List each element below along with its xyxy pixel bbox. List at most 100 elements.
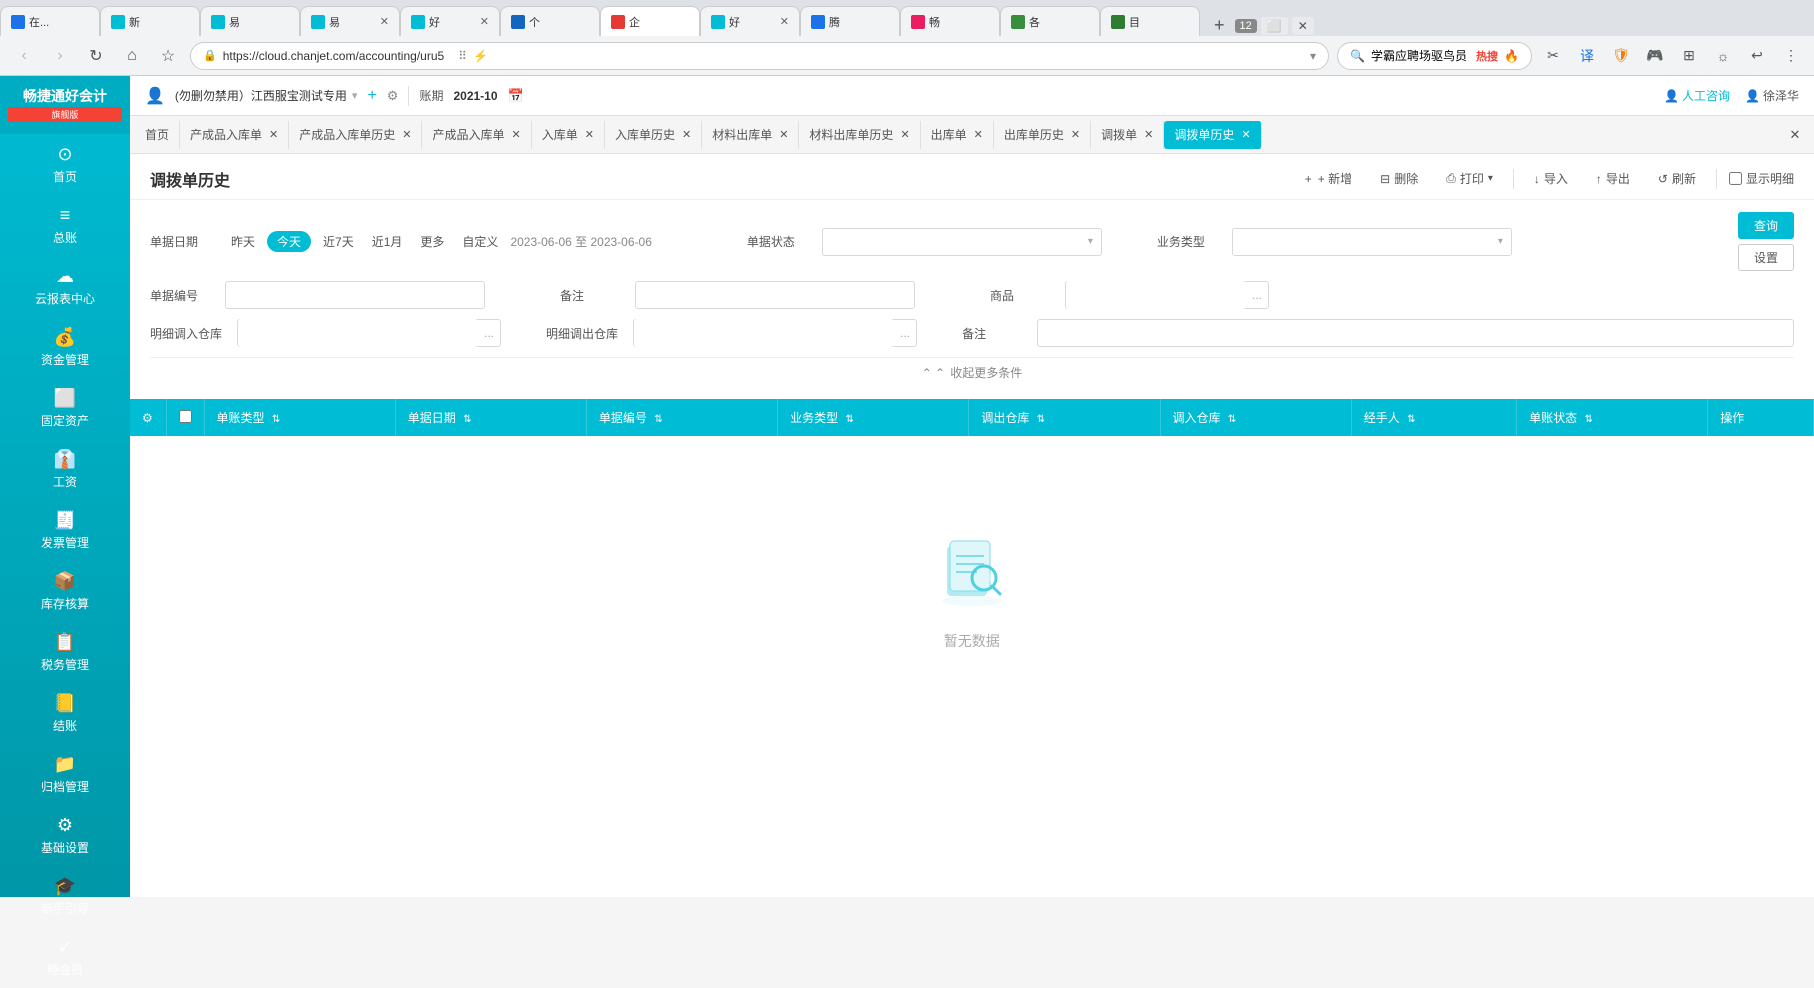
tab-close-button[interactable]: ✕ [1241, 128, 1250, 141]
select-all-checkbox[interactable] [179, 410, 192, 423]
browser-tab-2[interactable]: 新 [100, 6, 200, 36]
goods-dots-button[interactable]: ... [1246, 288, 1268, 302]
th-handler[interactable]: 经手人 ⇅ [1351, 399, 1516, 436]
browser-tab-7[interactable]: 好 ✕ [700, 6, 800, 36]
doc-number-input[interactable] [225, 281, 485, 309]
page-tab-stock-out-history[interactable]: 出库单历史 ✕ [994, 121, 1091, 149]
tab-close-button[interactable]: ✕ [779, 128, 788, 141]
remark-input[interactable] [635, 281, 915, 309]
page-tab-stock-in[interactable]: 入库单 ✕ [532, 121, 605, 149]
detail-in-dots-button[interactable]: ... [478, 326, 500, 340]
tab-count-badge[interactable]: 12 [1235, 19, 1257, 33]
shield-icon[interactable]: 🛡 [1608, 43, 1634, 69]
page-tab-stock-in-history[interactable]: 入库单历史 ✕ [605, 121, 702, 149]
sidebar-item-inventory[interactable]: 📦 库存核算 [0, 561, 130, 622]
sidebar-item-invoice[interactable]: 🧾 发票管理 [0, 500, 130, 561]
th-doc-status[interactable]: 单账状态 ⇅ [1517, 399, 1708, 436]
search-bar[interactable]: 🔍 学霸应聘场驱鸟员 热搜 🔥 [1337, 42, 1532, 70]
calendar-icon[interactable]: 📅 [508, 88, 524, 104]
restore-window-button[interactable]: ⬜ [1261, 17, 1288, 35]
browser-tab-11[interactable]: 目 [1100, 6, 1200, 36]
date-more-btn[interactable]: 更多 [414, 231, 450, 252]
grid-icon[interactable]: ⊞ [1676, 43, 1702, 69]
tab-close-button[interactable]: ✕ [269, 128, 278, 141]
tab-close-button[interactable]: ✕ [402, 128, 411, 141]
browser-tab-active[interactable]: 企 [600, 6, 700, 36]
sidebar-item-payroll[interactable]: 👔 工资 [0, 439, 130, 500]
tab-close-button[interactable]: ✕ [1144, 128, 1153, 141]
page-tab-home[interactable]: 首页 [135, 121, 180, 149]
show-detail-checkbox[interactable]: 显示明细 [1729, 170, 1794, 187]
detail-out-dots-button[interactable]: ... [894, 326, 916, 340]
tab-close-icon[interactable]: ✕ [380, 15, 389, 28]
detail-out-input[interactable] [634, 319, 894, 347]
th-doc-type[interactable]: 单账类型 ⇅ [204, 399, 395, 436]
tab-close-icon[interactable]: ✕ [780, 15, 789, 28]
th-biz-type[interactable]: 业务类型 ⇅ [778, 399, 969, 436]
tab-close-button[interactable]: ✕ [900, 128, 909, 141]
sidebar-item-member[interactable]: ✓ 畅会员 [0, 927, 130, 988]
browser-tab-3[interactable]: 易 [200, 6, 300, 36]
detail-checkbox-input[interactable] [1729, 172, 1742, 185]
page-tab-transfer-history[interactable]: 调拨单历史 ✕ [1164, 121, 1261, 149]
dropdown-icon[interactable]: ▾ [1310, 49, 1316, 63]
tab-close-button[interactable]: ✕ [682, 128, 691, 141]
sidebar-item-guide[interactable]: 🎓 新手引导 [0, 866, 130, 927]
customer-service-button[interactable]: 👤 人工咨询 [1664, 87, 1730, 104]
date-today-btn[interactable]: 今天 [267, 231, 311, 252]
new-tab-button[interactable]: + [1208, 15, 1231, 36]
tab-close-button[interactable]: ✕ [585, 128, 594, 141]
bookmark-button[interactable]: ☆ [154, 42, 182, 70]
browser-tab-5[interactable]: 好 ✕ [400, 6, 500, 36]
status-select[interactable]: ▾ [822, 228, 1102, 256]
print-button[interactable]: ⎙ 打印 ▾ [1438, 166, 1501, 191]
company-selector[interactable]: (勿删勿禁用）江西服宝测试专用 ▾ [175, 87, 358, 104]
import-button[interactable]: ↓ 导入 [1526, 166, 1576, 191]
sidebar-item-settings[interactable]: ⚙ 基础设置 [0, 805, 130, 866]
detail-remark-input[interactable] [1037, 319, 1794, 347]
biz-type-select[interactable]: ▾ [1232, 228, 1512, 256]
browser-tab-6[interactable]: 个 [500, 6, 600, 36]
refresh-button[interactable]: ↺ 刷新 [1650, 166, 1704, 191]
date-7days-btn[interactable]: 近7天 [317, 231, 360, 252]
date-custom-btn[interactable]: 自定义 [456, 231, 504, 252]
brightness-icon[interactable]: ☼ [1710, 43, 1736, 69]
reload-button[interactable]: ↻ [82, 42, 110, 70]
address-bar[interactable]: 🔒 https://cloud.chanjet.com/accounting/u… [190, 42, 1329, 70]
browser-tab-1[interactable]: 在... [0, 6, 100, 36]
detail-in-input[interactable] [238, 319, 478, 347]
date-yesterday-btn[interactable]: 昨天 [225, 231, 261, 252]
tab-close-button[interactable]: ✕ [1071, 128, 1080, 141]
page-tab-material-out-history[interactable]: 材料出库单历史 ✕ [799, 121, 920, 149]
browser-tab-10[interactable]: 各 [1000, 6, 1100, 36]
user-profile[interactable]: 👤 徐泽华 [1745, 87, 1799, 104]
translate-icon[interactable]: 译 [1574, 43, 1600, 69]
sidebar-item-archive[interactable]: 📁 归档管理 [0, 744, 130, 805]
sidebar-item-home[interactable]: ⊙ 首页 [0, 134, 130, 195]
collapse-filter-button[interactable]: ⌃ ⌃ 收起更多条件 [150, 357, 1794, 387]
page-tab-finished-goods-in-history[interactable]: 产成品入库单历史 ✕ [289, 121, 422, 149]
sidebar-item-closing[interactable]: 📒 结账 [0, 683, 130, 744]
page-tab-finished-goods-in[interactable]: 产成品入库单 ✕ [180, 121, 289, 149]
sidebar-item-tax[interactable]: 📋 税务管理 [0, 622, 130, 683]
query-button[interactable]: 查询 [1738, 212, 1794, 239]
browser-tab-8[interactable]: 腾 [800, 6, 900, 36]
th-checkbox[interactable] [166, 399, 204, 436]
forward-button[interactable]: › [46, 42, 74, 70]
sidebar-item-cloud-report[interactable]: ☁ 云报表中心 [0, 256, 130, 317]
tab-close-button[interactable]: ✕ [974, 128, 983, 141]
gamepad-icon[interactable]: 🎮 [1642, 43, 1668, 69]
menu-icon[interactable]: ⋮ [1778, 43, 1804, 69]
tab-close-button[interactable]: ✕ [512, 128, 521, 141]
delete-button[interactable]: ⊟ 删除 [1372, 166, 1426, 191]
close-window-button[interactable]: ✕ [1292, 17, 1314, 35]
sidebar-item-fixed-assets[interactable]: ⬜ 固定资产 [0, 378, 130, 439]
export-button[interactable]: ↑ 导出 [1588, 166, 1638, 191]
th-in-warehouse[interactable]: 调入仓库 ⇅ [1160, 399, 1351, 436]
th-gear[interactable]: ⚙ [130, 399, 166, 436]
sidebar-item-ledger[interactable]: ≡ 总账 [0, 195, 130, 256]
settings-button[interactable]: 设置 [1738, 244, 1794, 271]
undo-icon[interactable]: ↩ [1744, 43, 1770, 69]
browser-tab-9[interactable]: 畅 [900, 6, 1000, 36]
add-company-button[interactable]: + [367, 87, 376, 105]
